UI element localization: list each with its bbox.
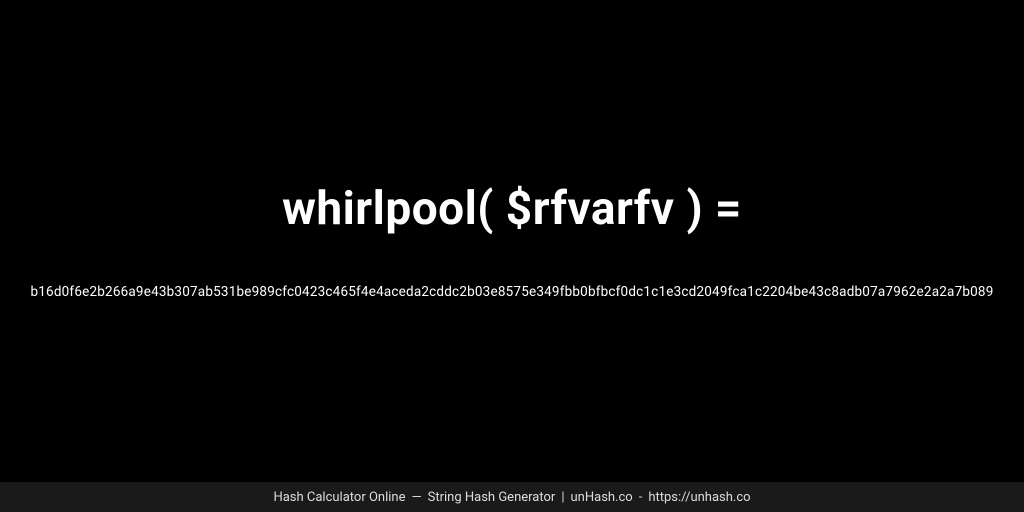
footer-separator-dash: — <box>411 490 421 505</box>
footer-bar: Hash Calculator Online — String Hash Gen… <box>0 482 1024 512</box>
footer-site-name: unHash.co <box>571 490 633 505</box>
footer-site-url: https://unhash.co <box>648 490 750 505</box>
hash-expression-title: whirlpool( $rfvarfv ) = <box>282 182 742 236</box>
footer-separator-hyphen: - <box>639 490 643 505</box>
hash-output-value: b16d0f6e2b266a9e43b307ab531be989cfc0423c… <box>30 284 993 300</box>
footer-text-calculator: Hash Calculator Online <box>273 490 405 505</box>
footer-separator-pipe: | <box>561 490 564 505</box>
footer-text-generator: String Hash Generator <box>428 490 556 505</box>
main-content: whirlpool( $rfvarfv ) = b16d0f6e2b266a9e… <box>0 0 1024 482</box>
